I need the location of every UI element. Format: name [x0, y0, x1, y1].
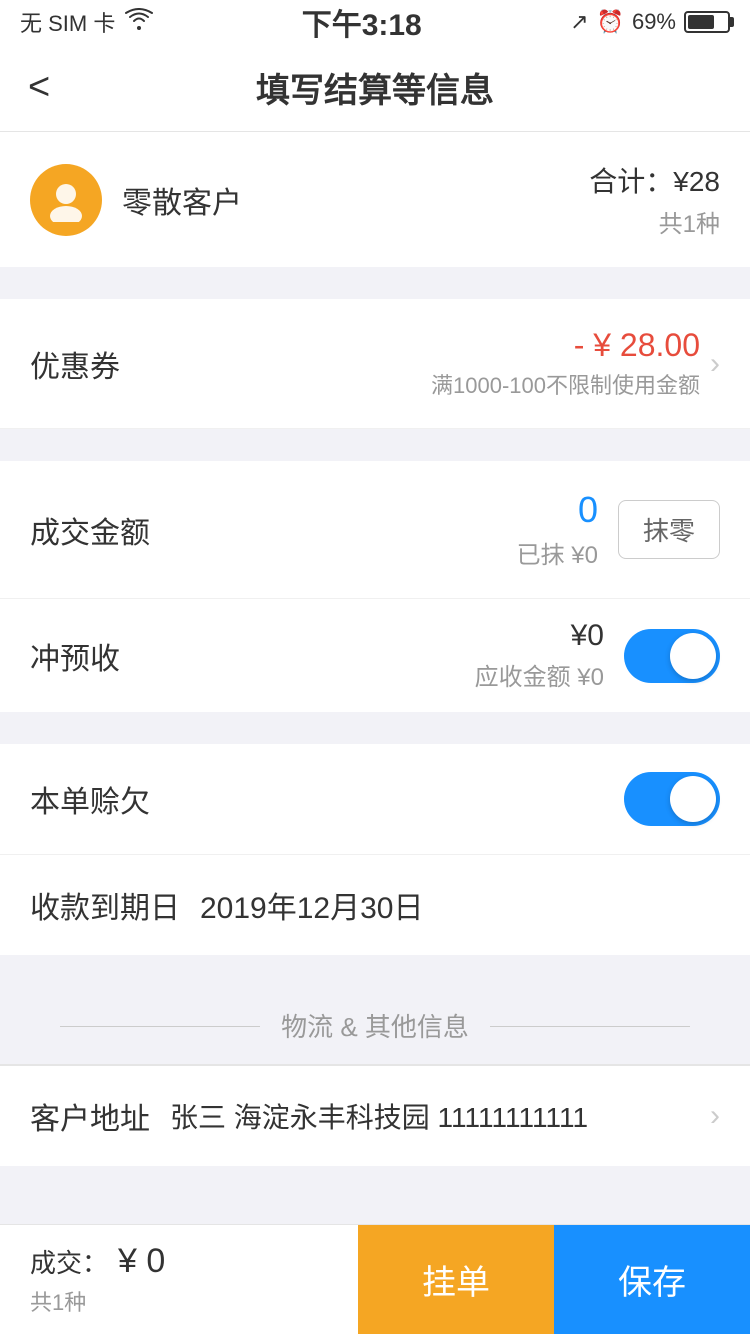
round-button[interactable]: 抹零 [618, 500, 720, 559]
deferred-label: 本单赊欠 [30, 777, 150, 821]
coupon-chevron-icon: › [710, 347, 720, 381]
back-button[interactable]: < [28, 66, 50, 109]
deal-amount-right: 0 已抹 ¥0 抹零 [517, 489, 720, 570]
pending-button[interactable]: 挂单 [358, 1225, 554, 1334]
location-icon: ↗ [570, 9, 588, 35]
deal-amount-label: 成交金额 [30, 508, 150, 552]
address-chevron-icon: › [710, 1099, 720, 1133]
coupon-right: - ¥ 28.00 满1000-100不限制使用金额 › [431, 327, 720, 400]
logistics-header: 物流 & 其他信息 [0, 987, 750, 1064]
nav-bar: < 填写结算等信息 [0, 44, 750, 132]
deal-amount-value-wrap: 0 已抹 ¥0 [517, 489, 598, 570]
customer-left: 零散客户 [30, 164, 242, 236]
alarm-icon: ⏰ [597, 9, 624, 35]
status-left: 无 SIM 卡 [20, 6, 153, 38]
no-sim-label: 无 SIM 卡 [20, 6, 115, 38]
section-separator-2 [0, 445, 750, 461]
toggle-knob [670, 633, 716, 679]
section-separator-1 [0, 283, 750, 299]
customer-total: 合计：¥28 [589, 160, 720, 200]
bottom-summary: 成交： ¥ 0 共1种 [0, 1242, 358, 1317]
deferred-toggle[interactable] [624, 772, 720, 826]
deal-amount-zero-label: 已抹 ¥0 [517, 535, 598, 570]
deferred-section: 本单赊欠 收款到期日 2019年12月30日 [0, 744, 750, 955]
prepay-sub-label: 应收金额 ¥0 [475, 657, 604, 692]
coupon-amount: - ¥ 28.00 [431, 327, 700, 364]
bottom-summary-label: 成交： [30, 1243, 108, 1280]
content-area: 零散客户 合计：¥28 共1种 优惠券 - ¥ 28.00 满1000-100不… [0, 132, 750, 1302]
address-row[interactable]: 客户地址 张三 海淀永丰科技园 11111111111 › [0, 1066, 750, 1166]
deal-amount-value: 0 [517, 489, 598, 531]
customer-row: 零散客户 合计：¥28 共1种 [0, 132, 750, 267]
bottom-summary-count: 共1种 [30, 1285, 328, 1317]
status-bar: 无 SIM 卡 下午3:18 ↗ ⏰ 69% [0, 0, 750, 44]
prepay-label: 冲预收 [30, 634, 120, 678]
address-section[interactable]: 客户地址 张三 海淀永丰科技园 11111111111 › [0, 1066, 750, 1166]
coupon-value: - ¥ 28.00 满1000-100不限制使用金额 [431, 327, 700, 400]
section-separator-4 [0, 971, 750, 987]
status-right: ↗ ⏰ 69% [570, 9, 730, 35]
avatar [30, 164, 102, 236]
customer-name: 零散客户 [122, 178, 242, 222]
battery-icon [684, 11, 730, 33]
address-value: 张三 海淀永丰科技园 11111111111 [170, 1096, 710, 1136]
section-separator-3 [0, 728, 750, 744]
logistics-header-text: 物流 & 其他信息 [261, 1012, 489, 1042]
coupon-section[interactable]: 优惠券 - ¥ 28.00 满1000-100不限制使用金额 › [0, 299, 750, 429]
save-button[interactable]: 保存 [554, 1225, 750, 1334]
deal-amount-row: 成交金额 0 已抹 ¥0 抹零 [0, 461, 750, 598]
battery-percent: 69% [632, 9, 676, 35]
customer-right: 合计：¥28 共1种 [589, 160, 720, 239]
bottom-bar: 成交： ¥ 0 共1种 挂单 保存 [0, 1224, 750, 1334]
deferred-toggle-knob [670, 776, 716, 822]
page-title: 填写结算等信息 [256, 63, 494, 112]
prepay-amount: ¥0 [475, 619, 604, 653]
customer-section: 零散客户 合计：¥28 共1种 [0, 132, 750, 267]
bottom-summary-top: 成交： ¥ 0 [30, 1242, 328, 1281]
prepay-value-wrap: ¥0 应收金额 ¥0 [475, 619, 604, 692]
coupon-label: 优惠券 [30, 342, 120, 386]
prepay-right: ¥0 应收金额 ¥0 [475, 619, 720, 692]
due-date-label: 收款到期日 [30, 883, 180, 927]
coupon-desc: 满1000-100不限制使用金额 [431, 368, 700, 400]
prepay-toggle[interactable] [624, 629, 720, 683]
deferred-row: 本单赊欠 [0, 744, 750, 854]
deal-prepay-section: 成交金额 0 已抹 ¥0 抹零 冲预收 ¥0 应收金额 ¥0 [0, 461, 750, 712]
prepay-row: 冲预收 ¥0 应收金额 ¥0 [0, 598, 750, 712]
due-date-row: 收款到期日 2019年12月30日 [0, 854, 750, 955]
wifi-icon [125, 8, 153, 37]
due-date-value: 2019年12月30日 [200, 883, 423, 927]
bottom-summary-amount: ¥ 0 [118, 1242, 165, 1281]
address-label: 客户地址 [30, 1094, 150, 1138]
coupon-row[interactable]: 优惠券 - ¥ 28.00 满1000-100不限制使用金额 › [0, 299, 750, 429]
status-time: 下午3:18 [302, 0, 422, 44]
customer-count: 共1种 [589, 204, 720, 239]
